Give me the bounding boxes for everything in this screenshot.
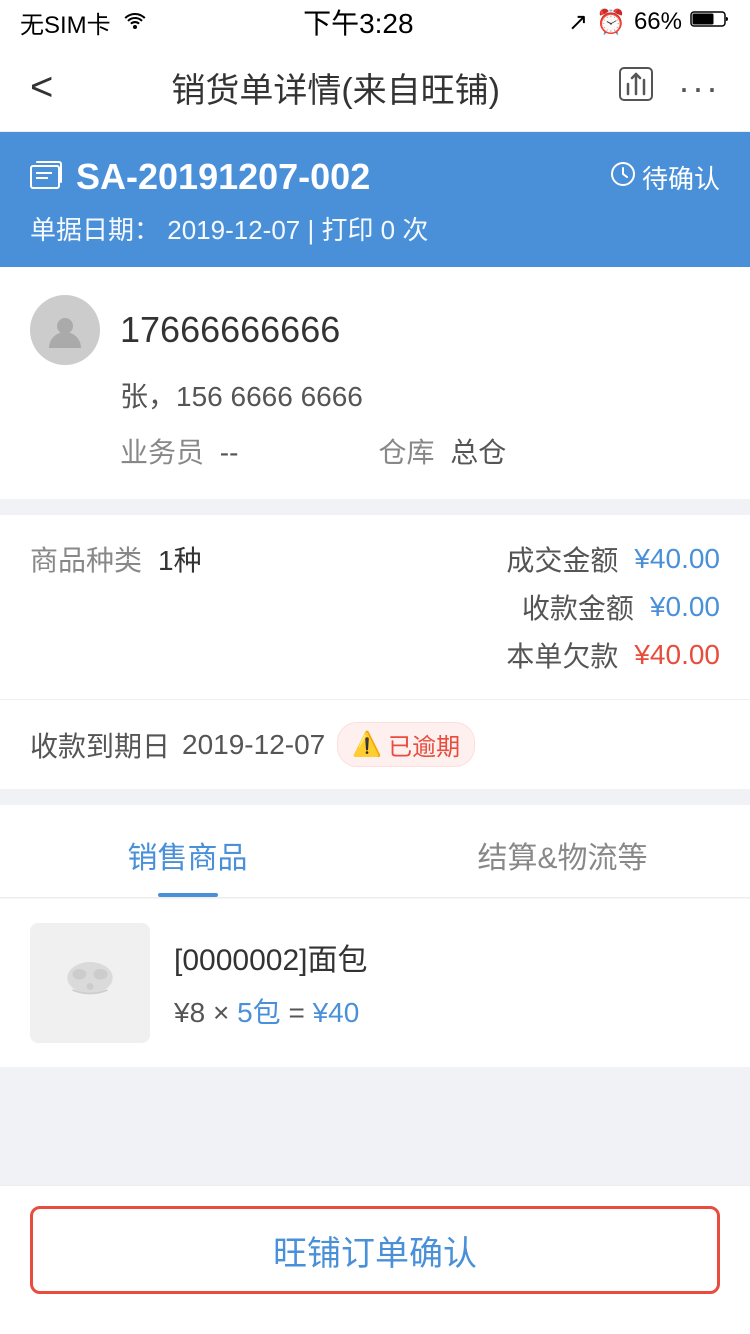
divider-1: [0, 499, 750, 515]
clock-icon: [610, 161, 636, 194]
share-button[interactable]: [618, 66, 654, 109]
tabs-header: 销售商品 结算&物流等: [0, 805, 750, 898]
warehouse-info: 仓库 总仓: [378, 431, 506, 471]
tab-settlement[interactable]: 结算&物流等: [375, 805, 750, 897]
nav-actions: ···: [618, 66, 720, 109]
order-header: SA-20191207-002 待确认 单据日期： 2019-12-07 | 打…: [0, 132, 750, 267]
order-status: 待确认: [610, 159, 720, 196]
product-name: [0000002]面包: [174, 935, 720, 979]
wifi-icon: [121, 8, 149, 36]
customer-phone: 17666666666: [120, 309, 340, 351]
overdue-badge: ⚠️ 已逾期: [337, 722, 475, 767]
status-bar-right: ↗ ⏰ 66%: [568, 8, 730, 37]
order-icon: [30, 156, 66, 198]
status-bar-time: 下午3:28: [303, 2, 414, 42]
confirm-button-container: 旺铺订单确认: [0, 1185, 750, 1334]
total-amount: 成交金额 ¥40.00: [506, 539, 720, 579]
tabs-section: 销售商品 结算&物流等 [0000002]面包 ¥8 × 5包 = ¥40: [0, 805, 750, 1067]
product-price: ¥8 × 5包 = ¥40: [174, 991, 720, 1031]
owed-amount: 本单欠款 ¥40.00: [506, 635, 720, 675]
customer-section: 17666666666 张，156 6666 6666 业务员 -- 仓库 总仓: [0, 267, 750, 499]
page-title: 销货单详情(来自旺铺): [171, 63, 500, 112]
customer-name: 张，156 6666 6666: [120, 375, 720, 415]
product-thumbnail: [30, 923, 150, 1043]
product-list-item: [0000002]面包 ¥8 × 5包 = ¥40: [0, 898, 750, 1067]
location-icon: ↗: [568, 8, 588, 37]
warning-icon: ⚠️: [352, 730, 382, 759]
battery-text: 66%: [634, 8, 682, 36]
product-details: [0000002]面包 ¥8 × 5包 = ¥40: [174, 935, 720, 1031]
status-bar-left: 无SIM卡: [20, 5, 149, 40]
summary-section: 商品种类 1种 成交金额 ¥40.00 收款金额 ¥0.00 本单欠款 ¥40.…: [0, 515, 750, 699]
received-amount: 收款金额 ¥0.00: [522, 587, 720, 627]
order-date-info: 单据日期： 2019-12-07 | 打印 0 次: [30, 210, 720, 247]
confirm-order-button[interactable]: 旺铺订单确认: [30, 1206, 720, 1294]
amount-summary: 成交金额 ¥40.00 收款金额 ¥0.00 本单欠款 ¥40.00: [506, 539, 720, 675]
tab-products[interactable]: 销售商品: [0, 805, 375, 897]
status-bar: 无SIM卡 下午3:28 ↗ ⏰ 66%: [0, 0, 750, 44]
avatar: [30, 295, 100, 365]
nav-bar: < 销货单详情(来自旺铺) ···: [0, 44, 750, 132]
alarm-icon: ⏰: [596, 8, 626, 37]
customer-meta: 业务员 -- 仓库 总仓: [120, 431, 720, 471]
carrier-text: 无SIM卡: [20, 5, 111, 40]
due-date-section: 收款到期日 2019-12-07 ⚠️ 已逾期: [0, 699, 750, 789]
back-button[interactable]: <: [30, 65, 53, 110]
staff-info: 业务员 --: [120, 431, 238, 471]
more-button[interactable]: ···: [678, 67, 720, 109]
product-kind: 商品种类 1种: [30, 539, 202, 579]
order-id: SA-20191207-002: [30, 156, 370, 198]
battery-icon: [690, 8, 730, 36]
